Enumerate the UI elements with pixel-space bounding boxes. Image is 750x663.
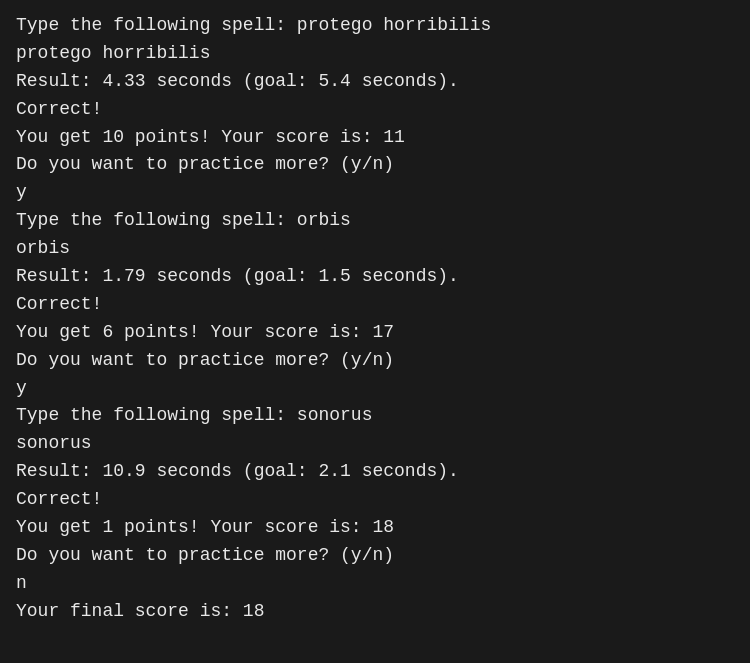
terminal-line: Type the following spell: orbis bbox=[16, 207, 734, 235]
terminal-line: You get 10 points! Your score is: 11 bbox=[16, 124, 734, 152]
terminal-line: y bbox=[16, 375, 734, 403]
terminal-line: n bbox=[16, 570, 734, 598]
terminal-line: You get 1 points! Your score is: 18 bbox=[16, 514, 734, 542]
terminal-line: Do you want to practice more? (y/n) bbox=[16, 151, 734, 179]
terminal-line: Type the following spell: sonorus bbox=[16, 402, 734, 430]
terminal-line: y bbox=[16, 179, 734, 207]
terminal-line: Type the following spell: protego horrib… bbox=[16, 12, 734, 40]
terminal-line: Do you want to practice more? (y/n) bbox=[16, 347, 734, 375]
terminal-line: Result: 1.79 seconds (goal: 1.5 seconds)… bbox=[16, 263, 734, 291]
terminal-line: Correct! bbox=[16, 96, 734, 124]
terminal-line: Correct! bbox=[16, 291, 734, 319]
terminal-line: sonorus bbox=[16, 430, 734, 458]
terminal-line: Result: 10.9 seconds (goal: 2.1 seconds)… bbox=[16, 458, 734, 486]
terminal-line: Your final score is: 18 bbox=[16, 598, 734, 626]
terminal-line: Result: 4.33 seconds (goal: 5.4 seconds)… bbox=[16, 68, 734, 96]
terminal-line: Correct! bbox=[16, 486, 734, 514]
terminal-output: Type the following spell: protego horrib… bbox=[16, 12, 734, 626]
terminal-line: Do you want to practice more? (y/n) bbox=[16, 542, 734, 570]
terminal-line: protego horribilis bbox=[16, 40, 734, 68]
terminal-line: You get 6 points! Your score is: 17 bbox=[16, 319, 734, 347]
terminal-line: orbis bbox=[16, 235, 734, 263]
